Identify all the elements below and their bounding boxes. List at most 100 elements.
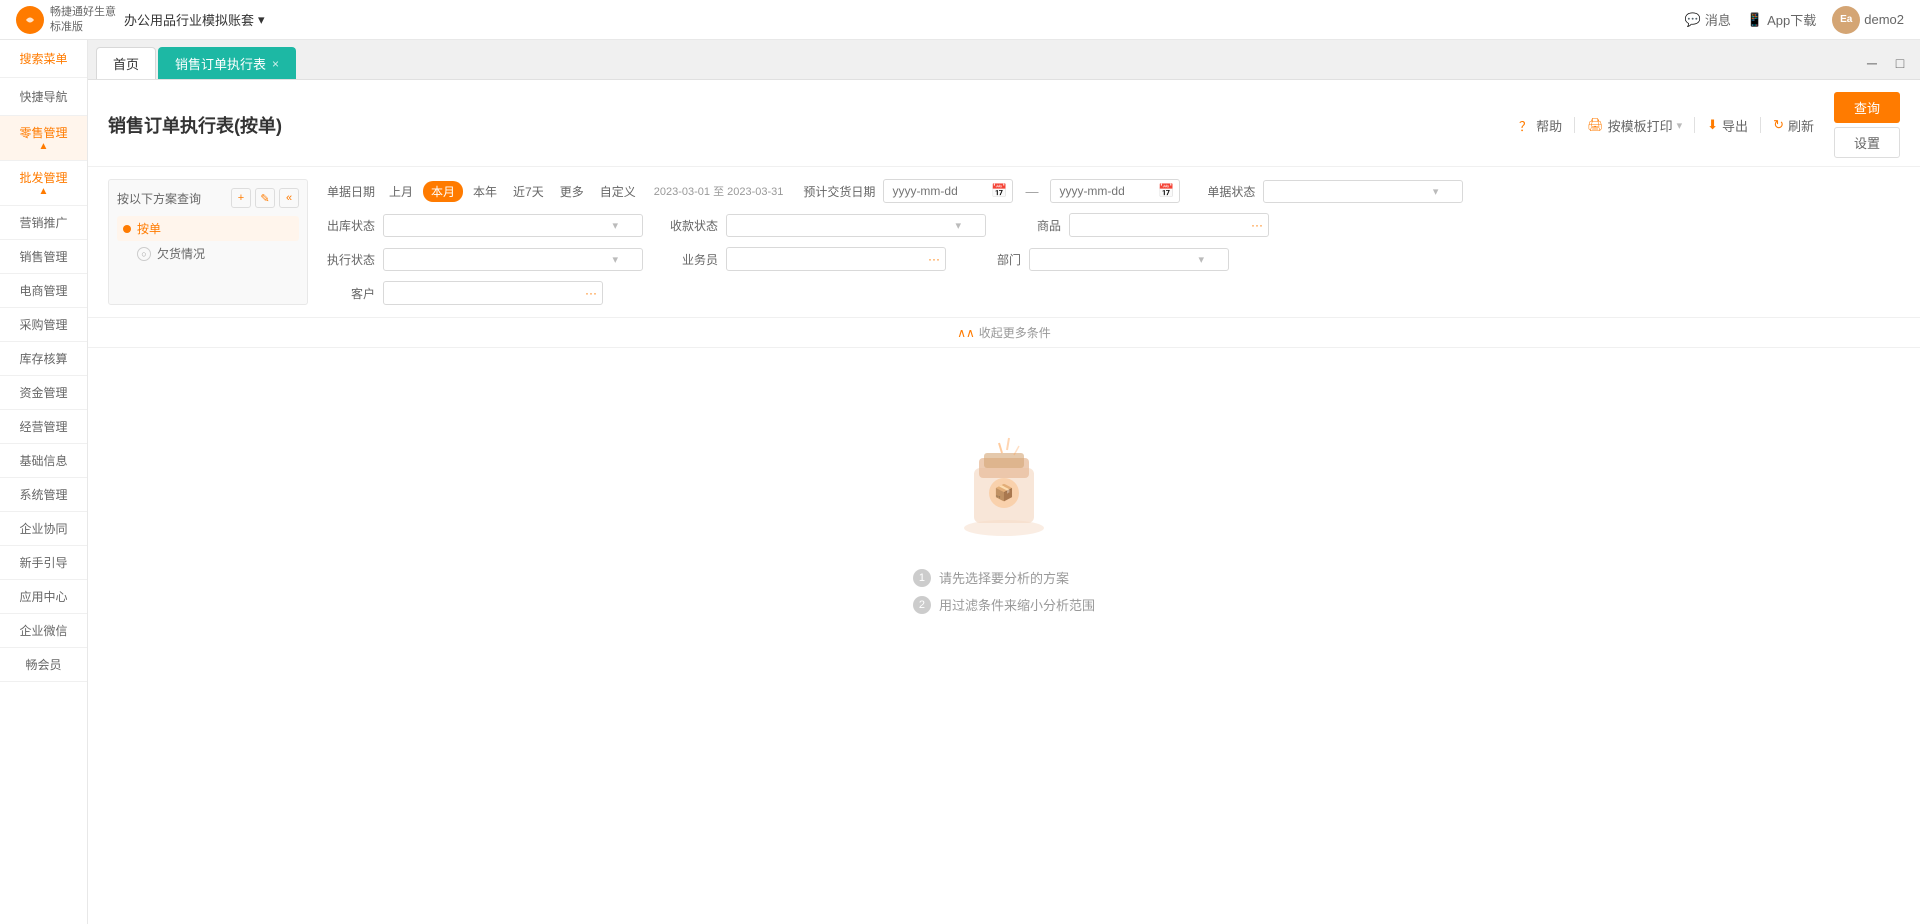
payment-dropdown-arrow: ▾ (955, 219, 961, 232)
tab-close-btn[interactable]: × (272, 57, 279, 71)
expected-date-label: 预计交货日期 (803, 183, 875, 200)
query-btn[interactable]: 查询 (1834, 92, 1900, 123)
sidebar-item-inventory[interactable]: 库存核算 (0, 342, 87, 376)
tab-minimize-btn[interactable]: ─ (1860, 51, 1884, 75)
mobile-icon: 📱 (1747, 12, 1763, 28)
calendar-from-icon[interactable]: 📅 (991, 183, 1007, 199)
filter-exec-group: 执行状态 ▾ (320, 248, 643, 271)
filter-conditions: 单据日期 上月 本月 本年 近7天 更多 自定义 2023-03-01 至 20… (320, 179, 1900, 305)
product-label: 商品 (1006, 217, 1061, 234)
sidebar-item-sales[interactable]: 销售管理 (0, 240, 87, 274)
exec-select[interactable]: ▾ (383, 248, 643, 271)
sidebar-item-operations[interactable]: 经营管理 (0, 410, 87, 444)
filter-expected-date-group: 预计交货日期 📅 — 📅 (803, 179, 1180, 203)
status-label: 单据状态 (1200, 183, 1255, 200)
shortcut-current-month[interactable]: 本月 (423, 181, 463, 202)
top-nav-dropdown[interactable]: 办公用品行业模拟账套 ▾ (124, 10, 265, 29)
shortcut-custom[interactable]: 自定义 (594, 181, 642, 202)
product-input[interactable] (1069, 213, 1269, 237)
sub-scheme-icon: ○ (137, 247, 151, 261)
sidebar-item-system[interactable]: 系统管理 (0, 478, 87, 512)
scheme-active-item[interactable]: 按单 (117, 216, 299, 241)
salesperson-input[interactable] (726, 247, 946, 271)
exec-label: 执行状态 (320, 251, 375, 268)
logo-text: 畅捷通好生意 标准版 (50, 5, 116, 34)
empty-hint-1: 1 请先选择要分析的方案 (913, 568, 1095, 587)
status-dropdown-arrow: ▾ (1433, 185, 1439, 198)
collapse-up-icon: ∧∧ (957, 326, 975, 340)
avatar: Ea (1832, 6, 1860, 34)
dept-select[interactable]: ▾ (1029, 248, 1229, 271)
message-icon: 💬 (1685, 12, 1701, 28)
shortcut-7days[interactable]: 近7天 (507, 181, 550, 202)
date-label: 单据日期 (320, 183, 375, 200)
app-download-btn[interactable]: 📱 App下载 (1747, 10, 1816, 29)
sidebar-item-wholesale[interactable]: 批发管理 ▲ (0, 161, 87, 206)
filter-dept-group: 部门 ▾ (966, 248, 1229, 271)
tab-home[interactable]: 首页 (96, 47, 156, 79)
hint-num-1: 1 (913, 569, 931, 587)
print-btn[interactable]: 🖨 按模板打印 ▾ (1587, 116, 1682, 135)
calendar-to-icon[interactable]: 📅 (1158, 183, 1174, 199)
scheme-actions: + ✎ « (231, 188, 299, 208)
refresh-btn[interactable]: ↻ 刷新 (1773, 116, 1814, 135)
print-icon: 🖨 (1587, 117, 1604, 133)
warehouse-select[interactable]: ▾ (383, 214, 643, 237)
collapse-scheme-btn[interactable]: « (279, 188, 299, 208)
sidebar-item-basic[interactable]: 基础信息 (0, 444, 87, 478)
help-icon: ？ (1519, 116, 1532, 135)
sidebar-item-wechat[interactable]: 企业微信 (0, 614, 87, 648)
export-btn[interactable]: ⬇ 导出 (1707, 116, 1748, 135)
settings-btn[interactable]: 设置 (1834, 127, 1900, 158)
filter-salesperson-group: 业务员 ··· (663, 247, 946, 271)
sidebar-search-menu[interactable]: 搜索菜单 (0, 40, 87, 78)
payment-select[interactable]: ▾ (726, 214, 986, 237)
empty-hint-2: 2 用过滤条件来缩小分析范围 (913, 595, 1095, 614)
customer-input-wrapper: ··· (383, 281, 603, 305)
status-select[interactable]: ▾ (1263, 180, 1463, 203)
customer-more-icon[interactable]: ··· (585, 286, 597, 300)
filter-row-2: 出库状态 ▾ 收款状态 ▾ (320, 213, 1900, 237)
tab-actions: ─ □ (1860, 51, 1912, 79)
message-btn[interactable]: 💬 消息 (1685, 10, 1731, 29)
filter-row-1: 单据日期 上月 本月 本年 近7天 更多 自定义 2023-03-01 至 20… (320, 179, 1900, 203)
collapse-bar[interactable]: ∧∧ 收起更多条件 (88, 318, 1920, 348)
top-header-right: 💬 消息 📱 App下载 Ea demo2 (1685, 6, 1904, 34)
filter-scheme-title: 按以下方案查询 + ✎ « (117, 188, 299, 208)
divider3 (1760, 117, 1761, 133)
sub-scheme-item[interactable]: ○ 欠货情况 (117, 241, 299, 266)
sidebar-item-purchase[interactable]: 采购管理 (0, 308, 87, 342)
sidebar-item-collab[interactable]: 企业协同 (0, 512, 87, 546)
expected-date-to-wrapper: 📅 (1050, 179, 1180, 203)
user-avatar[interactable]: Ea demo2 (1832, 6, 1904, 34)
dept-dropdown-arrow: ▾ (1198, 253, 1204, 266)
add-scheme-btn[interactable]: + (231, 188, 251, 208)
sidebar-item-app-center[interactable]: 应用中心 (0, 580, 87, 614)
tab-sales-order[interactable]: 销售订单执行表 × (158, 47, 296, 79)
sidebar-item-guide[interactable]: 新手引导 (0, 546, 87, 580)
expected-date-from-wrapper: 📅 (883, 179, 1013, 203)
content-area: 首页 销售订单执行表 × ─ □ 销售订单执行表(按单) ？ 帮助 (88, 40, 1920, 924)
shortcut-more[interactable]: 更多 (554, 181, 590, 202)
sidebar-quick-nav[interactable]: 快捷导航 (0, 78, 87, 116)
sidebar-item-member[interactable]: 畅会员 (0, 648, 87, 682)
filter-warehouse-group: 出库状态 ▾ (320, 214, 643, 237)
sidebar-item-marketing[interactable]: 营销推广 (0, 206, 87, 240)
export-icon: ⬇ (1707, 117, 1718, 133)
customer-input[interactable] (383, 281, 603, 305)
shortcut-prev-month[interactable]: 上月 (383, 181, 419, 202)
edit-scheme-btn[interactable]: ✎ (255, 188, 275, 208)
sidebar-item-ecommerce[interactable]: 电商管理 (0, 274, 87, 308)
sidebar-item-finance[interactable]: 资金管理 (0, 376, 87, 410)
filter-status-group: 单据状态 ▾ (1200, 180, 1463, 203)
salesperson-more-icon[interactable]: ··· (928, 252, 940, 266)
divider (1574, 117, 1575, 133)
help-btn[interactable]: ？ 帮助 (1519, 116, 1562, 135)
shortcut-current-year[interactable]: 本年 (467, 181, 503, 202)
date-range-text: 2023-03-01 至 2023-03-31 (654, 183, 784, 199)
tab-maximize-btn[interactable]: □ (1888, 51, 1912, 75)
sidebar-item-retail[interactable]: 零售管理 ▲ (0, 116, 87, 161)
product-more-icon[interactable]: ··· (1251, 218, 1263, 232)
filter-row-3: 执行状态 ▾ 业务员 ··· (320, 247, 1900, 271)
page-title: 销售订单执行表(按单) (108, 112, 282, 138)
